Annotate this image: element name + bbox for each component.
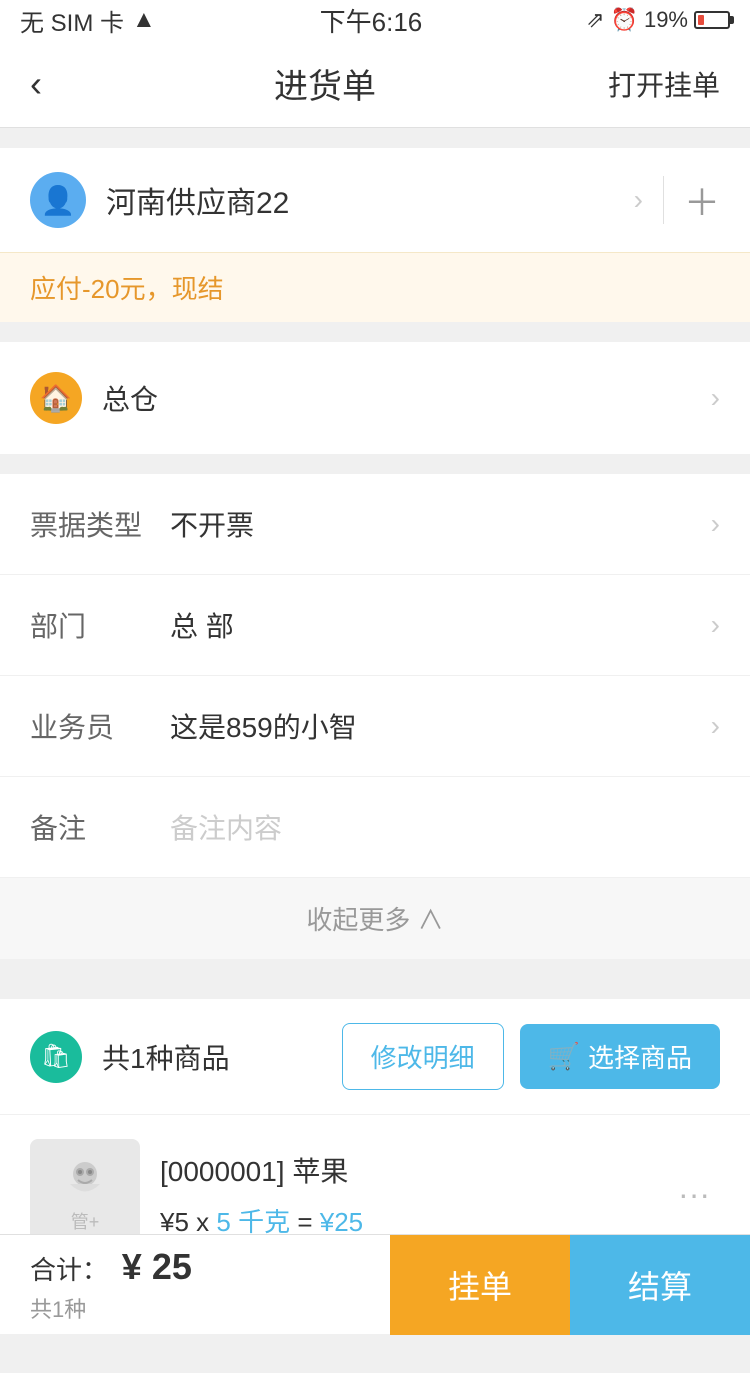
brand-label: 管+	[71, 1208, 100, 1234]
back-button[interactable]: ‹	[30, 63, 42, 105]
owl-icon	[60, 1154, 110, 1204]
supplier-avatar: 👤	[30, 172, 86, 228]
divider-4	[0, 959, 750, 979]
vertical-divider	[663, 176, 664, 224]
avatar-icon: 👤	[41, 184, 76, 217]
invoice-type-value: 不开票	[170, 504, 711, 544]
edit-detail-button[interactable]: 修改明细	[342, 1023, 504, 1090]
battery-percentage: 19%	[644, 7, 688, 33]
department-row[interactable]: 部门 总 部 ›	[0, 574, 750, 675]
divider-2	[0, 322, 750, 342]
status-left: 无 SIM 卡 ▲	[20, 3, 156, 38]
product-info: [0000001] 苹果 ¥5 x 5 千克 = ¥25	[160, 1150, 668, 1239]
select-product-label: 选择商品	[588, 1038, 692, 1075]
remark-row[interactable]: 备注 备注内容	[0, 776, 750, 877]
status-right: ⇗ ⏰ 19%	[586, 7, 730, 33]
warehouse-row[interactable]: 🏠 总仓 ›	[0, 342, 750, 454]
total-amount: ¥ 25	[122, 1246, 192, 1287]
warehouse-label: 总仓	[102, 378, 711, 418]
fields-card: 票据类型 不开票 › 部门 总 部 › 业务员 这是859的小智 › 备注 备注…	[0, 474, 750, 959]
divider-3	[0, 454, 750, 474]
status-time: 下午6:16	[320, 2, 423, 39]
open-hang-button[interactable]: 打开挂单	[608, 64, 720, 104]
nav-bar: ‹ 进货单 打开挂单	[0, 40, 750, 128]
wifi-icon: ▲	[132, 6, 156, 34]
remark-value: 备注内容	[170, 807, 720, 847]
invoice-chevron-icon: ›	[711, 508, 720, 540]
thumb-inner: 管+	[60, 1154, 110, 1234]
cart-icon: 🛒	[548, 1041, 580, 1072]
select-product-button[interactable]: 🛒 选择商品	[520, 1024, 720, 1089]
bottom-bar: 合计： ¥ 25 共1种 挂单 结算	[0, 1234, 750, 1334]
product-name: [0000001] 苹果	[160, 1150, 668, 1190]
invoice-type-label: 票据类型	[30, 504, 170, 544]
products-header: 🛍 共1种商品 修改明细 🛒 选择商品	[0, 999, 750, 1114]
salesman-row[interactable]: 业务员 这是859的小智 ›	[0, 675, 750, 776]
product-thumbnail: 管+	[30, 1139, 140, 1249]
supplier-chevron-icon: ›	[634, 184, 643, 216]
hang-button[interactable]: 挂单	[390, 1235, 570, 1335]
location-icon: ⇗	[586, 7, 604, 33]
products-card: 🛍 共1种商品 修改明细 🛒 选择商品 管+	[0, 999, 750, 1273]
total-label: 合计：	[30, 1255, 108, 1285]
product-price: ¥5 x 5 千克 = ¥25	[160, 1202, 668, 1239]
price-value: ¥5	[160, 1207, 189, 1237]
collapse-button[interactable]: 收起更多 ∧	[0, 877, 750, 959]
price-x: x	[196, 1207, 216, 1237]
salesman-value: 这是859的小智	[170, 706, 711, 746]
department-value: 总 部	[170, 605, 711, 645]
bag-icon: 🛍	[41, 1042, 71, 1071]
salesman-label: 业务员	[30, 706, 170, 746]
products-icon: 🛍	[30, 1031, 82, 1083]
remark-label: 备注	[30, 807, 170, 847]
total-section: 合计： ¥ 25 共1种	[0, 1246, 390, 1324]
product-more-button[interactable]: ···	[668, 1166, 720, 1223]
product-id: [0000001]	[160, 1156, 285, 1187]
status-bar: 无 SIM 卡 ▲ 下午6:16 ⇗ ⏰ 19%	[0, 0, 750, 40]
warehouse-icon: 🏠	[30, 372, 82, 424]
supplier-name: 河南供应商22	[106, 178, 624, 222]
add-button[interactable]: ＋	[684, 174, 720, 226]
page-title: 进货单	[274, 59, 376, 108]
equals-sign: =	[297, 1207, 319, 1237]
products-count: 共1种商品	[102, 1037, 342, 1077]
warehouse-chevron-icon: ›	[711, 382, 720, 414]
notice-banner: 应付-20元，现结	[0, 252, 750, 322]
settle-button[interactable]: 结算	[570, 1235, 750, 1335]
department-label: 部门	[30, 605, 170, 645]
invoice-type-row[interactable]: 票据类型 不开票 ›	[0, 474, 750, 574]
department-chevron-icon: ›	[711, 609, 720, 641]
divider-1	[0, 128, 750, 148]
quantity-value: 5	[216, 1207, 230, 1237]
total-line: 合计： ¥ 25	[30, 1246, 360, 1288]
supplier-card: 👤 河南供应商22 › ＋ 应付-20元，现结	[0, 148, 750, 322]
total-value: ¥25	[320, 1207, 363, 1237]
unit-value: 千克	[238, 1207, 290, 1237]
salesman-chevron-icon: ›	[711, 710, 720, 742]
supplier-row[interactable]: 👤 河南供应商22 › ＋	[0, 148, 750, 252]
battery-icon	[694, 11, 730, 29]
alarm-icon: ⏰	[611, 7, 638, 33]
total-sub: 共1种	[30, 1292, 360, 1324]
product-title: 苹果	[292, 1156, 348, 1187]
warehouse-card: 🏠 总仓 ›	[0, 342, 750, 454]
carrier-label: 无 SIM 卡	[20, 3, 124, 38]
